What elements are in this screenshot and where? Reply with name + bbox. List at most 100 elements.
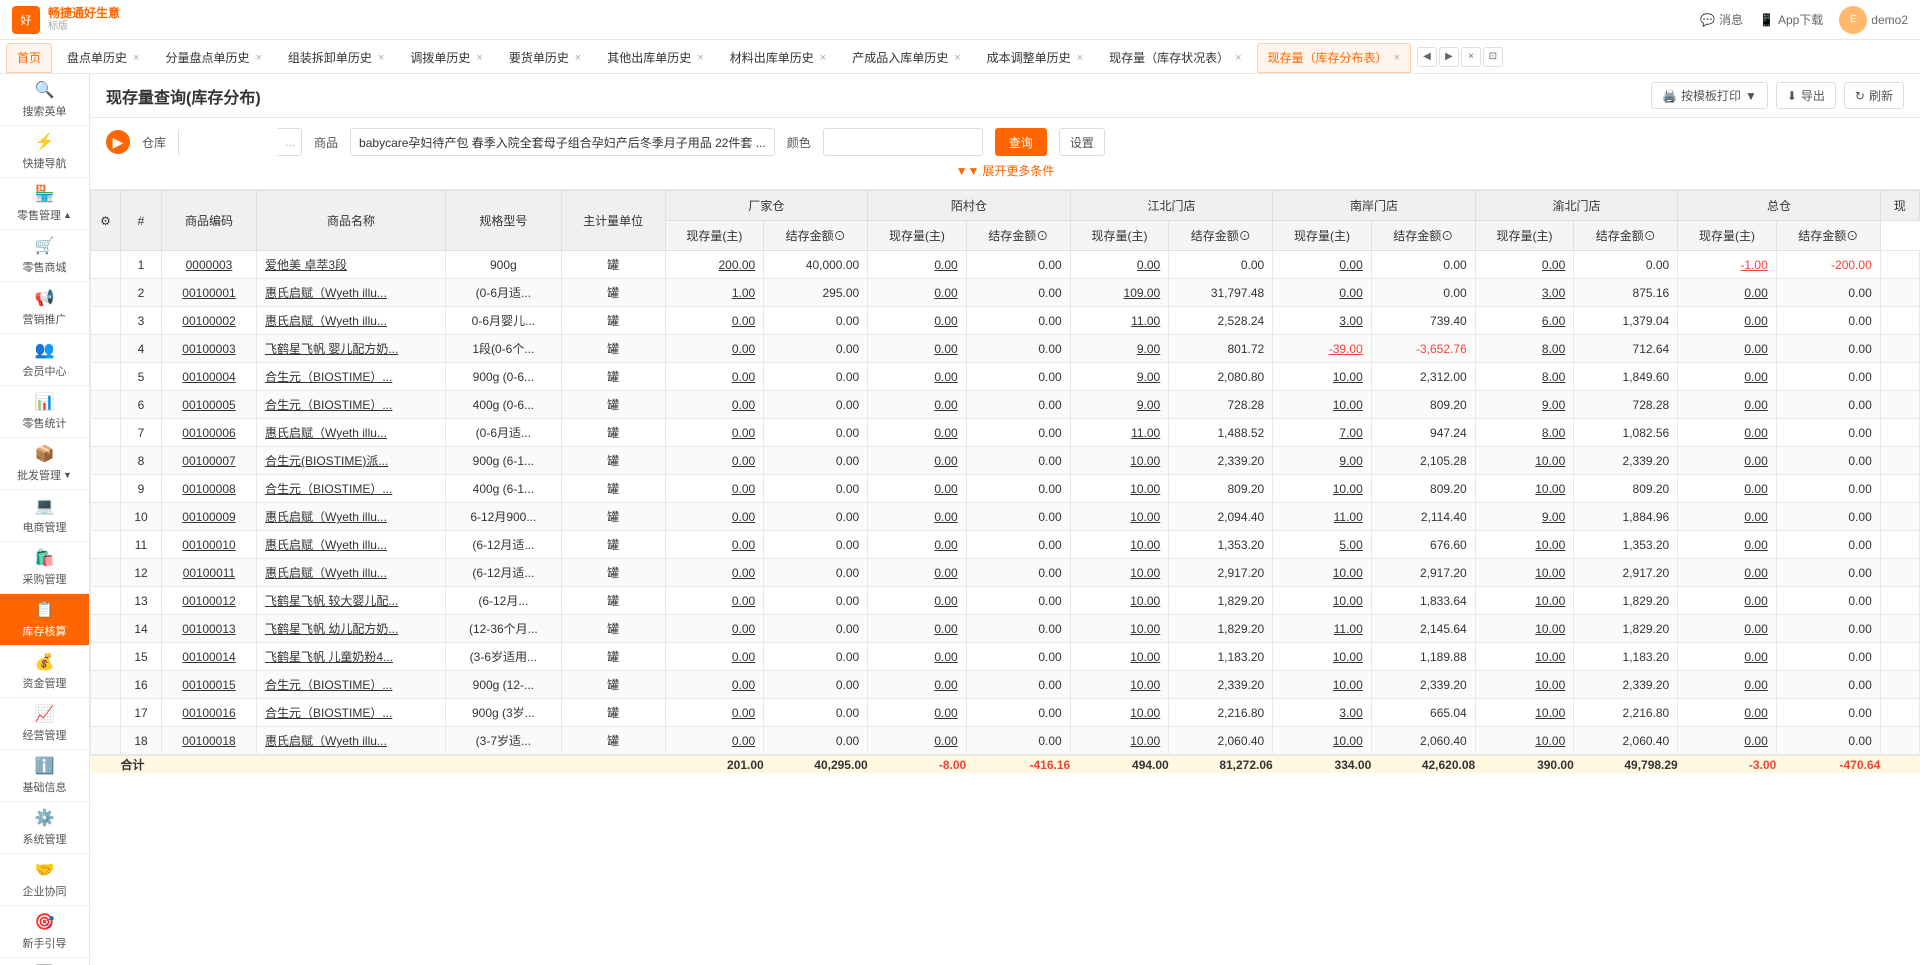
mocun-qty-cell[interactable]: 0.00: [868, 727, 967, 756]
factory-qty-cell[interactable]: 0.00: [665, 335, 764, 363]
table-container[interactable]: ⚙ # 商品编码 商品名称 规格型号 主计量单位 厂家仓 陌村仓 江北门店 南岸…: [90, 190, 1920, 965]
factory-qty-cell[interactable]: 0.00: [665, 307, 764, 335]
mocun-qty-cell[interactable]: 0.00: [868, 363, 967, 391]
nav-expand[interactable]: ⊡: [1483, 47, 1503, 67]
yubei-qty-cell[interactable]: 10.00: [1475, 559, 1574, 587]
mocun-qty-cell[interactable]: 0.00: [868, 615, 967, 643]
mocun-qty-cell[interactable]: 0.00: [868, 587, 967, 615]
total-qty-cell[interactable]: 0.00: [1678, 363, 1777, 391]
total-qty-cell[interactable]: 0.00: [1678, 335, 1777, 363]
tab-inventory-check[interactable]: 盘点单历史 ×: [56, 43, 150, 73]
mocun-qty-cell[interactable]: 0.00: [868, 279, 967, 307]
nanan-qty-cell[interactable]: -39.00: [1273, 335, 1372, 363]
total-qty-cell[interactable]: 0.00: [1678, 615, 1777, 643]
factory-qty-cell[interactable]: 0.00: [665, 727, 764, 756]
print-btn[interactable]: 🖨️ 按模板打印 ▼: [1651, 82, 1768, 109]
total-qty-cell[interactable]: -1.00: [1678, 251, 1777, 279]
jiangbei-qty-cell[interactable]: 0.00: [1070, 251, 1169, 279]
sidebar-item-apps[interactable]: 🔲 应用中心: [0, 958, 89, 965]
jiangbei-qty-cell[interactable]: 11.00: [1070, 419, 1169, 447]
nanan-qty-cell[interactable]: 9.00: [1273, 447, 1372, 475]
jiangbei-qty-cell[interactable]: 9.00: [1070, 335, 1169, 363]
factory-qty-cell[interactable]: 0.00: [665, 587, 764, 615]
close-icon[interactable]: ×: [378, 52, 384, 64]
yubei-qty-cell[interactable]: 10.00: [1475, 643, 1574, 671]
nanan-qty-cell[interactable]: 10.00: [1273, 643, 1372, 671]
color-input[interactable]: [823, 128, 983, 156]
jiangbei-qty-cell[interactable]: 10.00: [1070, 643, 1169, 671]
yubei-qty-cell[interactable]: 6.00: [1475, 307, 1574, 335]
code-cell[interactable]: 00100016: [161, 699, 256, 727]
yubei-qty-cell[interactable]: 10.00: [1475, 531, 1574, 559]
mocun-qty-cell[interactable]: 0.00: [868, 559, 967, 587]
code-cell[interactable]: 00100009: [161, 503, 256, 531]
sidebar-item-wholesale[interactable]: 📦 批发管理▼: [0, 438, 89, 490]
nanan-qty-cell[interactable]: 7.00: [1273, 419, 1372, 447]
jiangbei-qty-cell[interactable]: 11.00: [1070, 307, 1169, 335]
close-icon[interactable]: ×: [954, 52, 960, 64]
factory-qty-cell[interactable]: 0.00: [665, 643, 764, 671]
mocun-qty-cell[interactable]: 0.00: [868, 531, 967, 559]
sidebar-item-purchase[interactable]: 🛍️ 采购管理: [0, 542, 89, 594]
msg-btn[interactable]: 💬 消息: [1700, 11, 1743, 28]
code-cell[interactable]: 00100012: [161, 587, 256, 615]
code-cell[interactable]: 00100002: [161, 307, 256, 335]
nanan-qty-cell[interactable]: 5.00: [1273, 531, 1372, 559]
yubei-qty-cell[interactable]: 3.00: [1475, 279, 1574, 307]
code-cell[interactable]: 00100013: [161, 615, 256, 643]
mocun-qty-cell[interactable]: 0.00: [868, 447, 967, 475]
nanan-qty-cell[interactable]: 10.00: [1273, 475, 1372, 503]
nanan-qty-cell[interactable]: 0.00: [1273, 279, 1372, 307]
mocun-qty-cell[interactable]: 0.00: [868, 503, 967, 531]
name-cell[interactable]: 合生元（BIOSTIME）...: [257, 671, 446, 699]
code-cell[interactable]: 00100006: [161, 419, 256, 447]
total-qty-cell[interactable]: 0.00: [1678, 503, 1777, 531]
tab-portion-check[interactable]: 分量盘点单历史 ×: [154, 43, 272, 73]
jiangbei-qty-cell[interactable]: 9.00: [1070, 363, 1169, 391]
yubei-qty-cell[interactable]: 10.00: [1475, 699, 1574, 727]
factory-qty-cell[interactable]: 0.00: [665, 615, 764, 643]
nav-next[interactable]: ▶: [1439, 47, 1459, 67]
mocun-qty-cell[interactable]: 0.00: [868, 671, 967, 699]
close-icon[interactable]: ×: [1077, 52, 1083, 64]
sidebar-item-search[interactable]: 🔍 搜索英单: [0, 74, 89, 126]
mocun-qty-cell[interactable]: 0.00: [868, 251, 967, 279]
tab-other-out[interactable]: 其他出库单历史 ×: [596, 43, 714, 73]
close-icon[interactable]: ×: [575, 52, 581, 64]
jiangbei-qty-cell[interactable]: 10.00: [1070, 503, 1169, 531]
factory-qty-cell[interactable]: 0.00: [665, 671, 764, 699]
factory-qty-cell[interactable]: 1.00: [665, 279, 764, 307]
nav-close-all[interactable]: ×: [1461, 47, 1481, 67]
nanan-qty-cell[interactable]: 10.00: [1273, 391, 1372, 419]
tab-transfer[interactable]: 调拨单历史 ×: [399, 43, 493, 73]
tab-cost-adjust[interactable]: 成本调整单历史 ×: [976, 43, 1094, 73]
code-cell[interactable]: 00100001: [161, 279, 256, 307]
close-icon[interactable]: ×: [1235, 52, 1241, 64]
total-qty-cell[interactable]: 0.00: [1678, 727, 1777, 756]
yubei-qty-cell[interactable]: 8.00: [1475, 419, 1574, 447]
expand-btn[interactable]: ▼▼ 展开更多条件: [956, 162, 1055, 179]
name-cell[interactable]: 惠氏启赋（Wyeth illu...: [257, 727, 446, 756]
mocun-qty-cell[interactable]: 0.00: [868, 475, 967, 503]
jiangbei-qty-cell[interactable]: 10.00: [1070, 615, 1169, 643]
name-cell[interactable]: 惠氏启赋（Wyeth illu...: [257, 531, 446, 559]
factory-qty-cell[interactable]: 0.00: [665, 475, 764, 503]
export-btn[interactable]: ⬇ 导出: [1776, 82, 1836, 109]
close-icon[interactable]: ×: [1394, 52, 1400, 64]
name-cell[interactable]: 飞鹤星飞帆 婴儿配方奶...: [257, 335, 446, 363]
settings-btn[interactable]: 设置: [1059, 128, 1105, 156]
jiangbei-qty-cell[interactable]: 10.00: [1070, 699, 1169, 727]
jiangbei-qty-cell[interactable]: 10.00: [1070, 727, 1169, 756]
nanan-qty-cell[interactable]: 10.00: [1273, 727, 1372, 756]
name-cell[interactable]: 飞鹤星飞帆 儿童奶粉4...: [257, 643, 446, 671]
yubei-qty-cell[interactable]: 9.00: [1475, 503, 1574, 531]
tab-product-in[interactable]: 产成品入库单历史 ×: [841, 43, 971, 73]
sidebar-item-retail-stats[interactable]: 📊 零售统计: [0, 386, 89, 438]
close-icon[interactable]: ×: [255, 52, 261, 64]
jiangbei-qty-cell[interactable]: 10.00: [1070, 447, 1169, 475]
close-icon[interactable]: ×: [697, 52, 703, 64]
total-qty-cell[interactable]: 0.00: [1678, 447, 1777, 475]
name-cell[interactable]: 合生元（BIOSTIME）...: [257, 475, 446, 503]
yubei-qty-cell[interactable]: 0.00: [1475, 251, 1574, 279]
name-cell[interactable]: 合生元（BIOSTIME）...: [257, 699, 446, 727]
